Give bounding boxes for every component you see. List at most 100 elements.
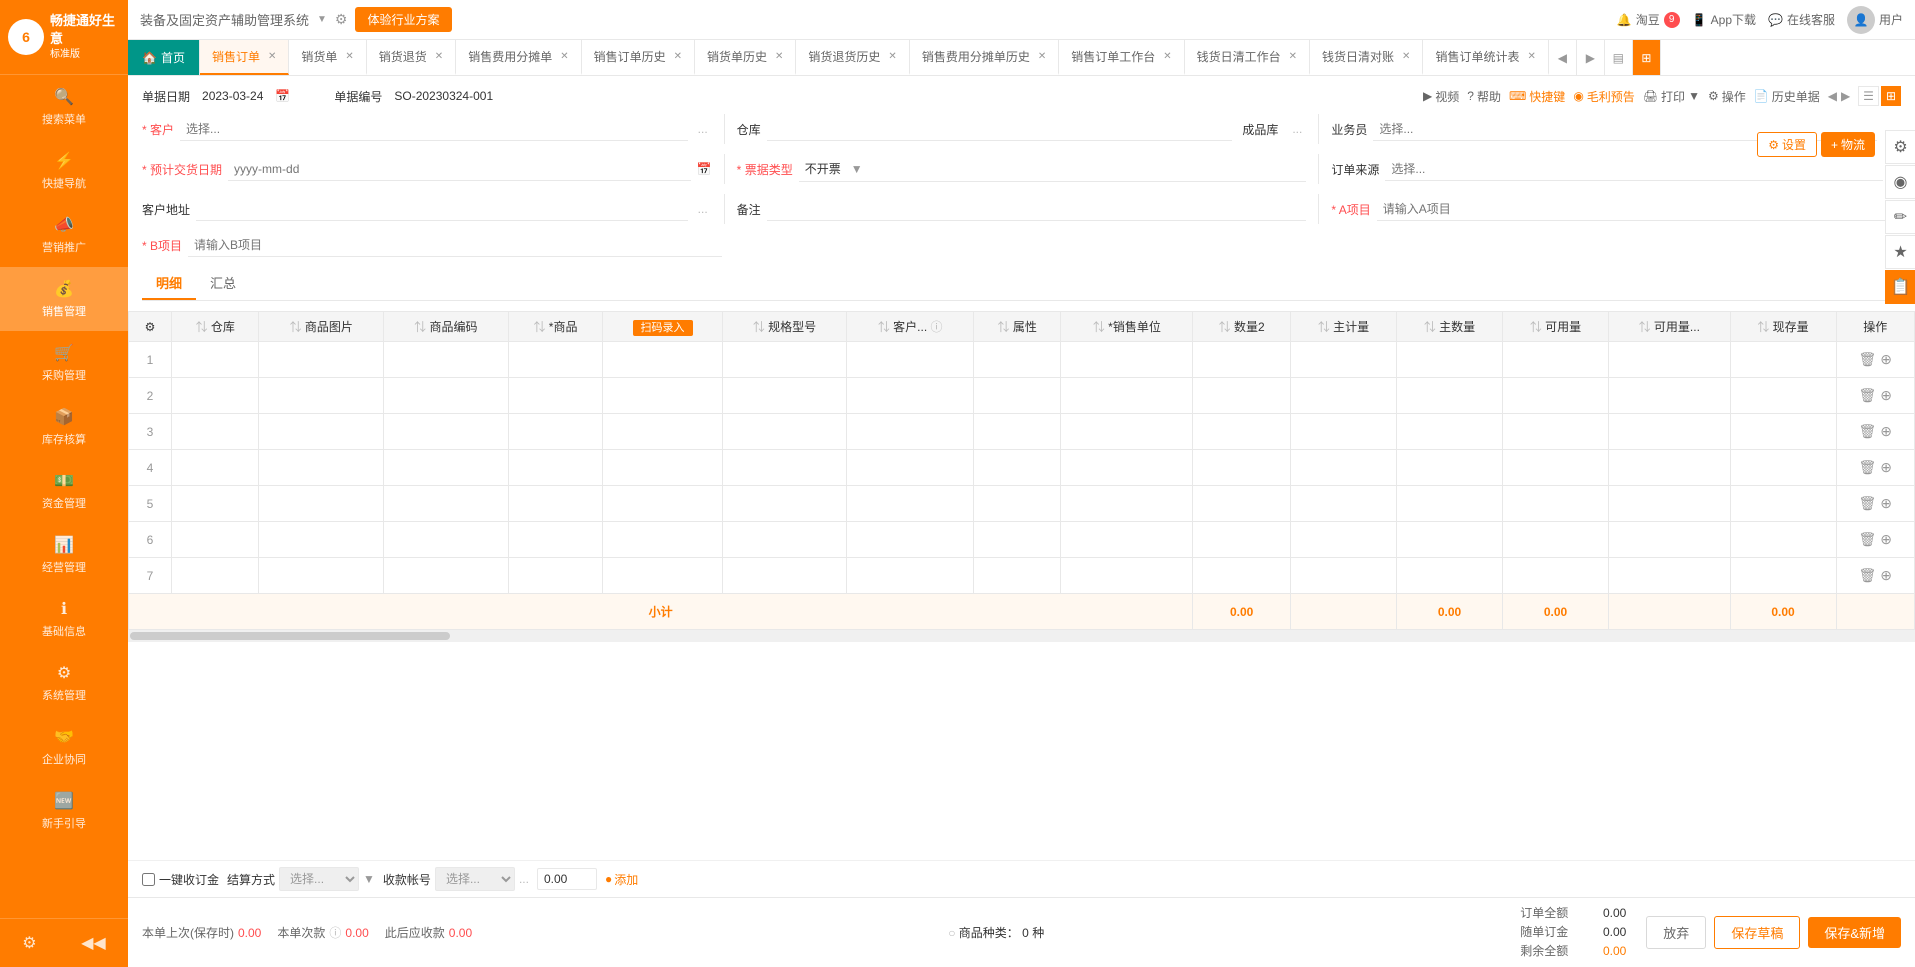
profit-btn[interactable]: ◉ 毛利预告 [1573,88,1635,105]
sidebar-item-shortcut[interactable]: ⚡ 快捷导航 [0,139,128,203]
payment-method-select[interactable]: 选择... [279,867,359,891]
shortcut-btn[interactable]: ⌨ 快捷键 [1509,88,1565,105]
tab-daily-workbench[interactable]: 钱货日清工作台 ✕ [1185,40,1310,75]
row-product-1[interactable] [508,342,603,378]
sidebar-item-finance[interactable]: 💵 资金管理 [0,459,128,523]
one-click-checkbox-input[interactable] [142,873,155,886]
form-setup-btn[interactable]: ⚙ 设置 [1757,132,1817,157]
order-source-input[interactable] [1385,158,1883,181]
row-spec-1[interactable] [722,342,847,378]
online-service-btn[interactable]: 💬 在线客服 [1768,11,1835,28]
delete-row-2-btn[interactable]: 🗑 [1859,387,1877,404]
row-customer-code-1[interactable] [847,342,974,378]
tab-order-workbench[interactable]: 销售订单工作台 ✕ [1059,40,1184,75]
tab-close-order-workbench[interactable]: ✕ [1163,51,1171,62]
tab-close-sales-stats[interactable]: ✕ [1527,51,1535,62]
delete-row-6-btn[interactable]: 🗑 [1859,531,1877,548]
account-more-btn[interactable]: ... [519,872,529,886]
tab-detail[interactable]: 明细 [142,267,196,300]
tab-close-sales-return-history[interactable]: ✕ [888,51,896,62]
sidebar-item-marketing[interactable]: 📣 营销推广 [0,203,128,267]
sort-icon[interactable]: ⇅ [1318,320,1330,334]
sidebar-item-inventory[interactable]: 📦 库存核算 [0,395,128,459]
copy-row-5-btn[interactable]: ⊕ [1880,495,1892,512]
scrollbar-thumb[interactable] [130,632,450,640]
row-spec-2[interactable] [722,378,847,414]
copy-row-2-btn[interactable]: ⊕ [1880,387,1892,404]
row-code-2[interactable] [384,378,509,414]
row-customer-code-2[interactable] [847,378,974,414]
tab-close-sales-return[interactable]: ✕ [435,51,443,62]
row-unit-2[interactable] [1061,378,1193,414]
b-project-input[interactable] [188,234,722,257]
payment-method-dropdown[interactable]: ▼ [363,872,375,886]
row-warehouse-1[interactable] [172,342,259,378]
customer-address-input[interactable] [196,198,688,221]
warehouse-more-btn[interactable]: ... [1288,120,1306,138]
sort-icon[interactable]: ⇅ [290,320,302,334]
row-property-1[interactable] [974,342,1061,378]
tab-sales-order[interactable]: 销售订单 ✕ [200,40,289,75]
tab-prev-btn[interactable]: ◀ [1549,40,1577,75]
next-record-btn[interactable]: ▶ [1841,89,1850,103]
sort-icon[interactable]: ⇅ [414,320,426,334]
sidebar-item-sales[interactable]: 💰 销售管理 [0,267,128,331]
sort-icon[interactable]: ⇅ [196,320,208,334]
row-main-qty-1[interactable] [1397,342,1503,378]
sort-icon[interactable]: ⇅ [1639,320,1651,334]
column-settings-icon[interactable]: ⚙ [145,320,156,334]
discard-btn[interactable]: 放弃 [1646,916,1706,949]
sidebar-settings-btn[interactable]: ⚙ [18,929,40,957]
settings-sidebar-btn-5[interactable]: 📋 [1885,270,1915,304]
history-btn[interactable]: 📄 历史单据 [1754,88,1820,105]
settings-sidebar-btn-3[interactable]: ✏ [1885,200,1915,234]
sidebar-item-basic-info[interactable]: ℹ 基础信息 [0,587,128,651]
one-click-deposit-checkbox[interactable]: 一键收订金 [142,871,219,888]
tab-sales-return[interactable]: 销货退货 ✕ [367,40,456,75]
delivery-date-input[interactable] [228,158,691,181]
copy-row-4-btn[interactable]: ⊕ [1880,459,1892,476]
sidebar-item-system[interactable]: ⚙ 系统管理 [0,651,128,715]
tab-summary[interactable]: 汇总 [196,267,250,300]
settings-sidebar-btn-4[interactable]: ★ [1885,235,1915,269]
tab-close-daily-reconcile[interactable]: ✕ [1402,51,1410,62]
prev-record-btn[interactable]: ◀ [1828,89,1837,103]
tab-sales-expense[interactable]: 销售费用分摊单 ✕ [456,40,581,75]
tab-menu-btn[interactable]: ▤ [1605,40,1633,75]
copy-row-7-btn[interactable]: ⊕ [1880,567,1892,584]
sort-icon[interactable]: ⇅ [1530,320,1542,334]
delete-row-5-btn[interactable]: 🗑 [1859,495,1877,512]
delete-row-3-btn[interactable]: 🗑 [1859,423,1877,440]
save-draft-btn[interactable]: 保存草稿 [1714,916,1800,949]
tab-sales-stats[interactable]: 销售订单统计表 ✕ [1423,40,1548,75]
user-menu-btn[interactable]: 👤 用户 [1847,6,1903,34]
settings-gear-btn[interactable]: ⚙ [335,11,348,28]
tab-sales-return-history[interactable]: 销货退货历史 ✕ [796,40,909,75]
operation-btn[interactable]: ⚙ 操作 [1708,88,1746,105]
print-btn[interactable]: 🖨 打印 ▼ [1643,88,1700,105]
sidebar-item-purchase[interactable]: 🛒 采购管理 [0,331,128,395]
remarks-input[interactable] [767,198,1307,221]
delete-row-7-btn[interactable]: 🗑 [1859,567,1877,584]
tab-next-btn[interactable]: ▶ [1577,40,1605,75]
customer-more-btn[interactable]: ... [694,120,712,138]
tab-daily-reconcile[interactable]: 钱货日清对账 ✕ [1310,40,1423,75]
row-property-2[interactable] [974,378,1061,414]
customer-input[interactable] [180,118,688,141]
tab-sales-invoice[interactable]: 销货单 ✕ [289,40,366,75]
sort-icon[interactable]: ⇅ [998,320,1010,334]
sidebar-item-management[interactable]: 📊 经营管理 [0,523,128,587]
payment-amount-input[interactable] [537,868,597,890]
copy-row-3-btn[interactable]: ⊕ [1880,423,1892,440]
row-warehouse-2[interactable] [172,378,259,414]
delete-row-1-btn[interactable]: 🗑 [1859,351,1877,368]
tab-close-sales-invoice-history[interactable]: ✕ [775,51,783,62]
scan-barcode-btn[interactable]: 扫码录入 [633,320,693,336]
tab-expense-history[interactable]: 销售费用分摊单历史 ✕ [910,40,1059,75]
tab-close-expense-history[interactable]: ✕ [1038,51,1046,62]
grid-view-btn[interactable]: ⊞ [1881,86,1901,106]
save-new-btn[interactable]: 保存&新增 [1808,917,1901,948]
account-select[interactable]: 选择... [435,867,515,891]
delete-row-4-btn[interactable]: 🗑 [1859,459,1877,476]
sort-icon[interactable]: ⇅ [1424,320,1436,334]
